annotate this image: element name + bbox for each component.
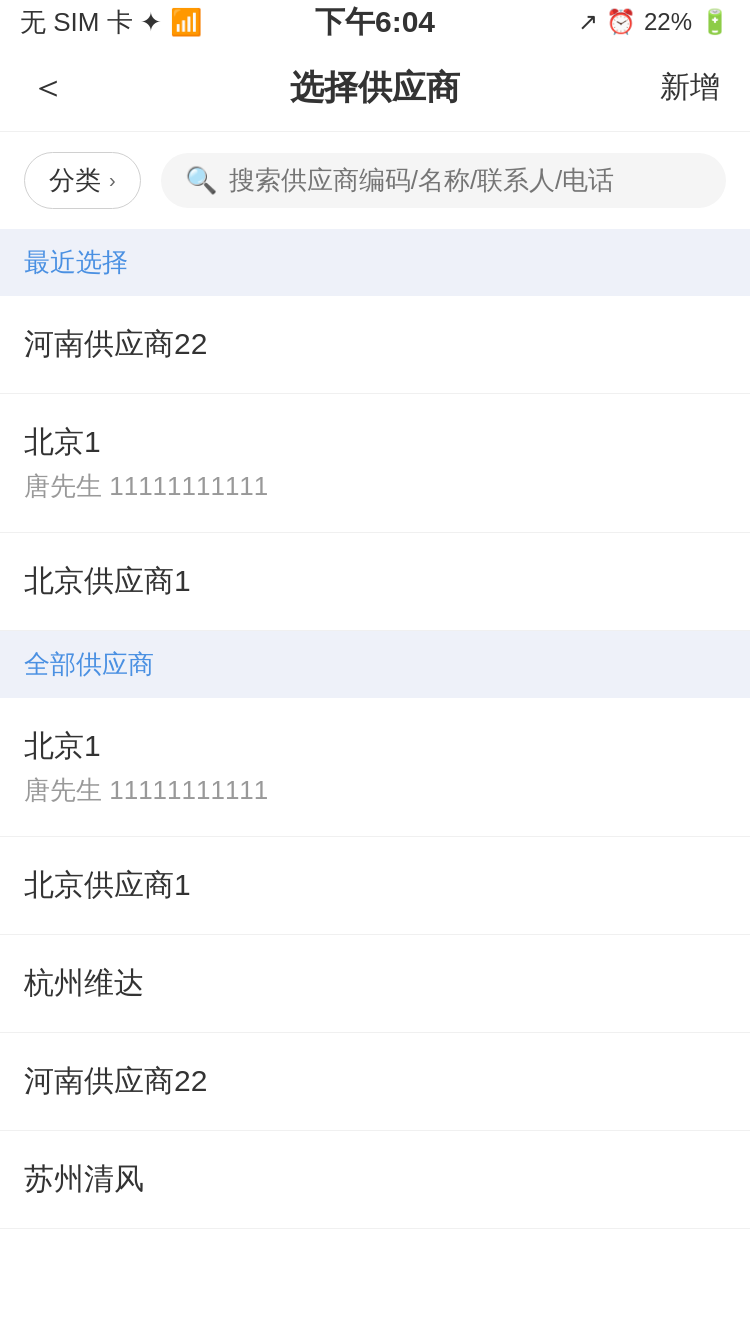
battery-icon: 🔋 [700, 8, 730, 36]
status-right: ↗ ⏰ 22% 🔋 [578, 8, 730, 36]
filter-row: 分类 › 🔍 [0, 132, 750, 229]
item-name: 河南供应商22 [24, 324, 726, 365]
recent-list-item[interactable]: 北京供应商1 [0, 533, 750, 631]
chevron-right-icon: › [109, 169, 116, 192]
nav-bar: ＜ 选择供应商 新增 [0, 44, 750, 132]
recent-list-item[interactable]: 河南供应商22 [0, 296, 750, 394]
all-section-header: 全部供应商 [0, 631, 750, 698]
sim-status: 无 SIM 卡 ✦ [20, 5, 162, 40]
item-name: 河南供应商22 [24, 1061, 726, 1102]
search-icon: 🔍 [185, 165, 217, 196]
all-list-item[interactable]: 北京1 唐先生 11111111111 [0, 698, 750, 837]
category-filter[interactable]: 分类 › [24, 152, 141, 209]
page-title: 选择供应商 [290, 65, 460, 111]
wifi-icon: 📶 [170, 7, 202, 38]
status-bar: 无 SIM 卡 ✦ 📶 下午6:04 ↗ ⏰ 22% 🔋 [0, 0, 750, 44]
back-button[interactable]: ＜ [30, 63, 90, 112]
all-list-item[interactable]: 河南供应商22 [0, 1033, 750, 1131]
item-name: 北京供应商1 [24, 561, 726, 602]
item-name: 北京1 [24, 726, 726, 767]
status-left: 无 SIM 卡 ✦ 📶 [20, 5, 202, 40]
item-name: 北京供应商1 [24, 865, 726, 906]
item-name: 苏州清风 [24, 1159, 726, 1200]
category-label: 分类 [49, 163, 101, 198]
status-time: 下午6:04 [315, 2, 435, 43]
all-section-label: 全部供应商 [24, 649, 154, 679]
item-sub: 唐先生 11111111111 [24, 773, 726, 808]
recent-section-header: 最近选择 [0, 229, 750, 296]
battery-level: 22% [644, 8, 692, 36]
all-list-item[interactable]: 北京供应商1 [0, 837, 750, 935]
add-button[interactable]: 新增 [660, 67, 720, 108]
item-name: 杭州维达 [24, 963, 726, 1004]
recent-items-list: 河南供应商22 北京1 唐先生 11111111111 北京供应商1 [0, 296, 750, 631]
all-list-item[interactable]: 杭州维达 [0, 935, 750, 1033]
search-box[interactable]: 🔍 [161, 153, 726, 208]
recent-section-label: 最近选择 [24, 247, 128, 277]
search-input[interactable] [229, 165, 702, 196]
location-icon: ↗ [578, 8, 598, 36]
recent-list-item[interactable]: 北京1 唐先生 11111111111 [0, 394, 750, 533]
all-list-item[interactable]: 苏州清风 [0, 1131, 750, 1229]
all-items-list: 北京1 唐先生 11111111111 北京供应商1 杭州维达河南供应商22 苏州清风 [0, 698, 750, 1229]
alarm-icon: ⏰ [606, 8, 636, 36]
item-name: 北京1 [24, 422, 726, 463]
item-sub: 唐先生 11111111111 [24, 469, 726, 504]
